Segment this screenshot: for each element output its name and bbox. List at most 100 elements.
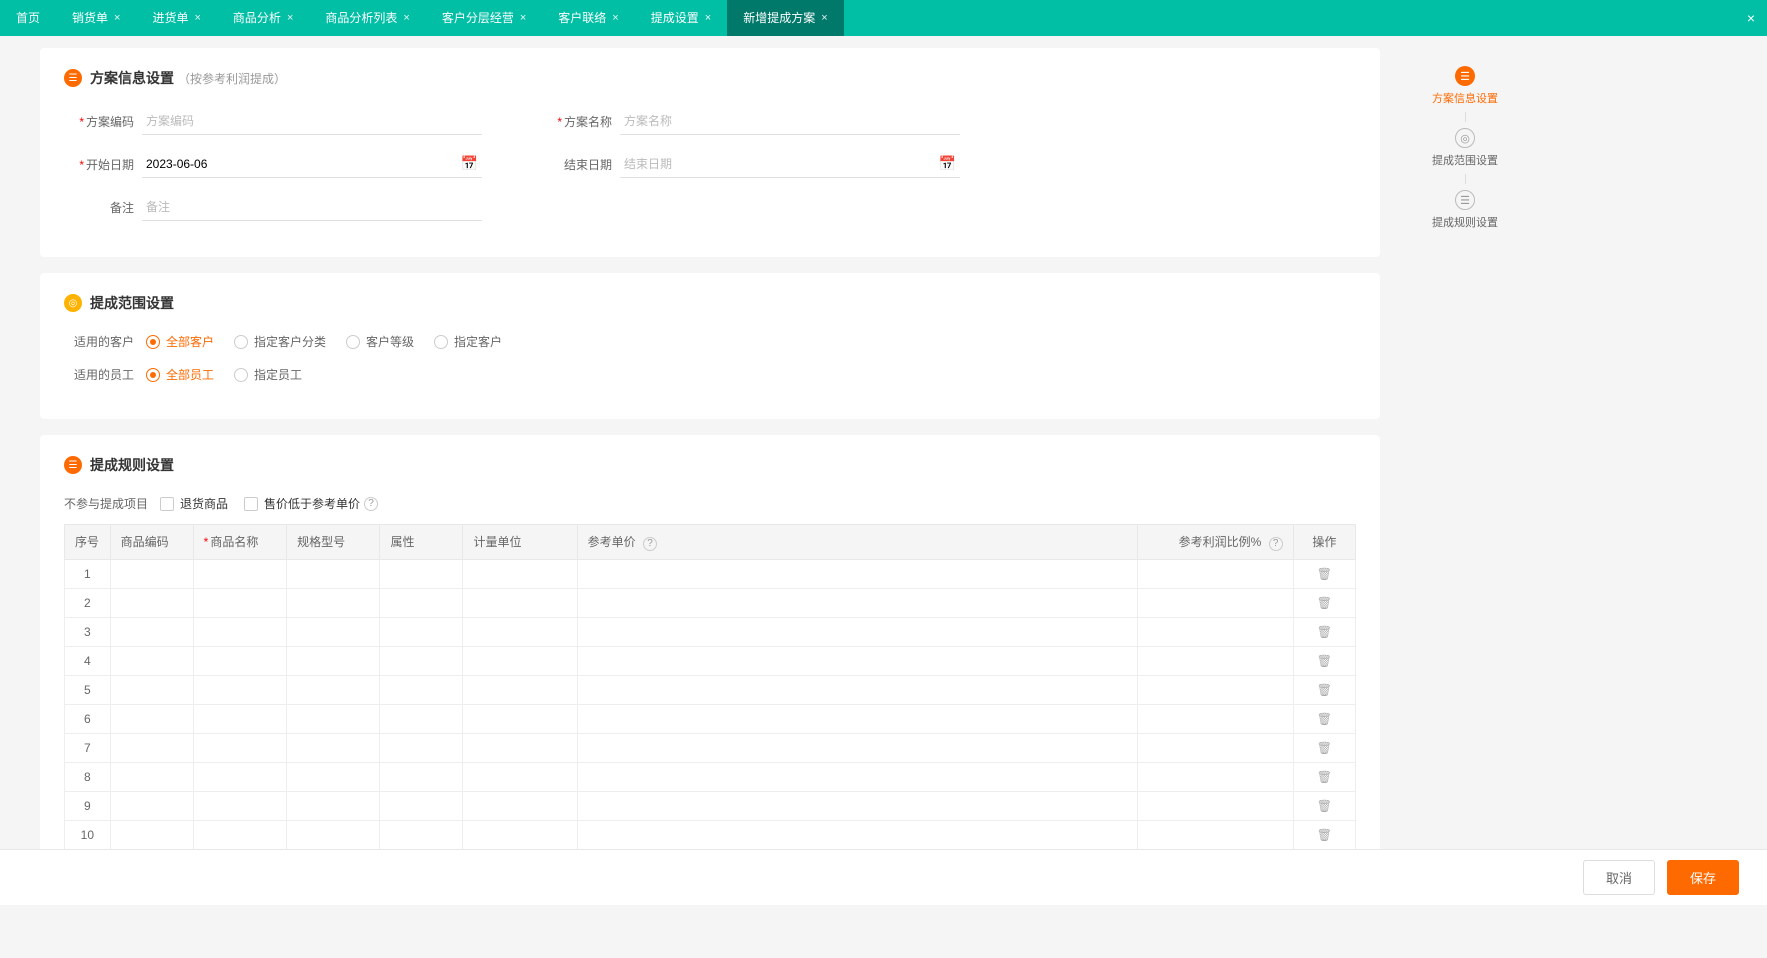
delete-icon[interactable]: 🗑 (1317, 712, 1332, 726)
cancel-button[interactable]: 取消 (1583, 860, 1655, 895)
tab-customer-contact[interactable]: 客户联络× (542, 0, 634, 36)
tab-home[interactable]: 首页 (0, 0, 56, 36)
cell-name[interactable] (193, 733, 286, 762)
cell-attr[interactable] (380, 646, 463, 675)
delete-icon[interactable]: 🗑 (1317, 567, 1332, 581)
delete-icon[interactable]: 🗑 (1317, 770, 1332, 784)
checkbox-return-goods[interactable]: 退货商品 (160, 495, 228, 512)
cell-attr[interactable] (380, 675, 463, 704)
cell-profit-rate[interactable] (1138, 733, 1294, 762)
cell-ref-price[interactable] (577, 733, 1137, 762)
radio-customer-category[interactable]: 指定客户分类 (234, 333, 326, 350)
anchor-scope[interactable]: ◎ 提成范围设置 (1420, 128, 1510, 168)
cell-spec[interactable] (287, 617, 380, 646)
cell-profit-rate[interactable] (1138, 791, 1294, 820)
table-row[interactable]: 2 🗑 (65, 588, 1356, 617)
cell-unit[interactable] (463, 791, 577, 820)
cell-attr[interactable] (380, 559, 463, 588)
cell-name[interactable] (193, 762, 286, 791)
cell-profit-rate[interactable] (1138, 675, 1294, 704)
input-plan-name[interactable] (620, 108, 960, 135)
cell-code[interactable] (110, 820, 193, 849)
cell-spec[interactable] (287, 675, 380, 704)
cell-ref-price[interactable] (577, 820, 1137, 849)
help-icon[interactable]: ? (643, 537, 657, 551)
cell-ref-price[interactable] (577, 675, 1137, 704)
cell-name[interactable] (193, 820, 286, 849)
delete-icon[interactable]: 🗑 (1317, 596, 1332, 610)
radio-all-customers[interactable]: 全部客户 (146, 333, 214, 350)
cell-ref-price[interactable] (577, 704, 1137, 733)
table-row[interactable]: 1 🗑 (65, 559, 1356, 588)
cell-spec[interactable] (287, 820, 380, 849)
cell-attr[interactable] (380, 617, 463, 646)
delete-icon[interactable]: 🗑 (1317, 625, 1332, 639)
cell-ref-price[interactable] (577, 646, 1137, 675)
cell-unit[interactable] (463, 675, 577, 704)
input-start-date[interactable] (142, 151, 482, 178)
cell-unit[interactable] (463, 733, 577, 762)
cell-spec[interactable] (287, 791, 380, 820)
cell-code[interactable] (110, 617, 193, 646)
cell-profit-rate[interactable] (1138, 559, 1294, 588)
delete-icon[interactable]: 🗑 (1317, 654, 1332, 668)
cell-ref-price[interactable] (577, 588, 1137, 617)
delete-icon[interactable]: 🗑 (1317, 683, 1332, 697)
anchor-plan-info[interactable]: ☰ 方案信息设置 (1420, 66, 1510, 106)
cell-ref-price[interactable] (577, 791, 1137, 820)
cell-name[interactable] (193, 588, 286, 617)
tab-purchase[interactable]: 进货单× (136, 0, 216, 36)
cell-name[interactable] (193, 646, 286, 675)
cell-code[interactable] (110, 646, 193, 675)
table-row[interactable]: 4 🗑 (65, 646, 1356, 675)
cell-unit[interactable] (463, 559, 577, 588)
cell-attr[interactable] (380, 791, 463, 820)
radio-all-staff[interactable]: 全部员工 (146, 366, 214, 383)
cell-ref-price[interactable] (577, 617, 1137, 646)
calendar-icon[interactable]: 📅 (939, 155, 956, 172)
cell-spec[interactable] (287, 588, 380, 617)
tab-new-commission[interactable]: 新增提成方案× (727, 0, 843, 36)
close-icon[interactable]: × (705, 0, 711, 36)
tab-product-list[interactable]: 商品分析列表× (309, 0, 425, 36)
cell-spec[interactable] (287, 733, 380, 762)
cell-name[interactable] (193, 791, 286, 820)
cell-code[interactable] (110, 791, 193, 820)
tab-customer-tier[interactable]: 客户分层经营× (426, 0, 542, 36)
input-remark[interactable] (142, 194, 482, 221)
table-row[interactable]: 9 🗑 (65, 791, 1356, 820)
delete-icon[interactable]: 🗑 (1317, 828, 1332, 842)
input-plan-code[interactable] (142, 108, 482, 135)
cell-unit[interactable] (463, 617, 577, 646)
cell-name[interactable] (193, 675, 286, 704)
cell-profit-rate[interactable] (1138, 646, 1294, 675)
calendar-icon[interactable]: 📅 (461, 155, 478, 172)
cell-ref-price[interactable] (577, 762, 1137, 791)
cell-spec[interactable] (287, 762, 380, 791)
tab-product-analysis[interactable]: 商品分析× (217, 0, 309, 36)
table-row[interactable]: 8 🗑 (65, 762, 1356, 791)
cell-attr[interactable] (380, 762, 463, 791)
radio-customer-level[interactable]: 客户等级 (346, 333, 414, 350)
close-icon[interactable]: × (194, 0, 200, 36)
cell-code[interactable] (110, 559, 193, 588)
cell-code[interactable] (110, 675, 193, 704)
cell-attr[interactable] (380, 733, 463, 762)
cell-name[interactable] (193, 704, 286, 733)
help-icon[interactable]: ? (364, 497, 378, 511)
help-icon[interactable]: ? (1269, 537, 1283, 551)
delete-icon[interactable]: 🗑 (1317, 799, 1332, 813)
close-icon[interactable]: × (821, 0, 827, 36)
radio-specific-staff[interactable]: 指定员工 (234, 366, 302, 383)
cell-spec[interactable] (287, 646, 380, 675)
table-row[interactable]: 6 🗑 (65, 704, 1356, 733)
cell-profit-rate[interactable] (1138, 820, 1294, 849)
cell-attr[interactable] (380, 704, 463, 733)
close-icon[interactable]: × (520, 0, 526, 36)
cell-code[interactable] (110, 762, 193, 791)
table-row[interactable]: 10 🗑 (65, 820, 1356, 849)
tab-sales[interactable]: 销货单× (56, 0, 136, 36)
cell-unit[interactable] (463, 820, 577, 849)
input-end-date[interactable] (620, 151, 960, 178)
cell-spec[interactable] (287, 559, 380, 588)
